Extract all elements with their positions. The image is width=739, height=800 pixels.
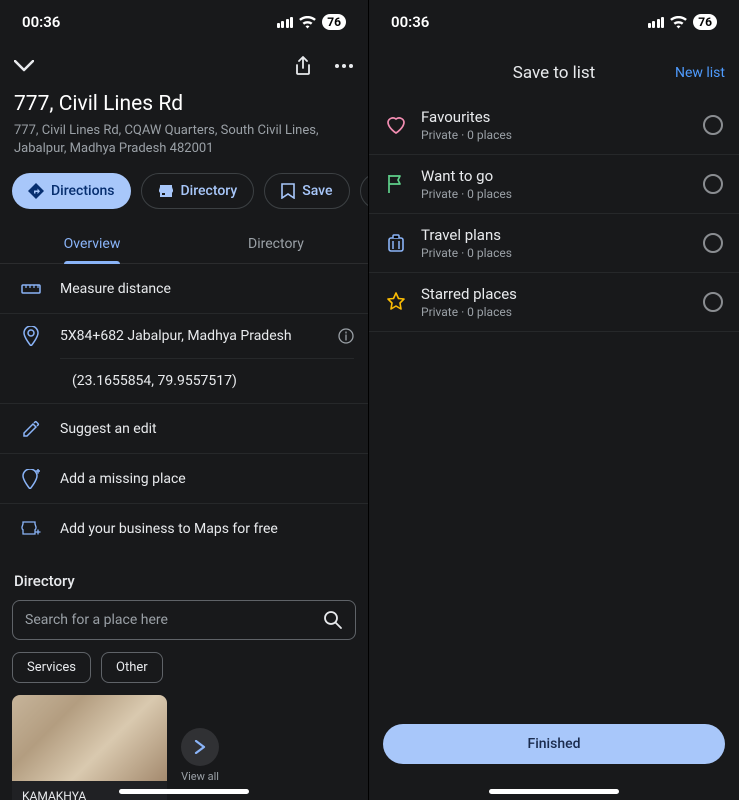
clock: 00:36 [391,13,429,31]
cellular-icon [277,17,294,28]
place-title-block: 777, Civil Lines Rd 777, Civil Lines Rd,… [0,88,368,167]
tab-directory[interactable]: Directory [184,223,368,263]
card-image [12,695,167,781]
coords-text: (23.1655854, 79.9557517) [60,358,354,403]
info-icon[interactable] [338,328,354,344]
clock: 00:36 [22,13,60,31]
share-icon[interactable] [294,56,312,76]
flag-icon [385,174,407,194]
row-add-business[interactable]: Add your business to Maps for free [0,504,368,554]
measure-label: Measure distance [48,267,354,311]
filter-chips: Services Other [0,640,368,695]
list-row-want-to-go[interactable]: Want to go Private · 0 places [369,155,739,214]
list-sub: Private · 0 places [421,187,689,201]
place-address: 777, Civil Lines Rd, CQAW Quarters, Sout… [14,122,354,157]
star-icon [385,292,407,312]
list-name: Starred places [421,285,689,303]
radio[interactable] [703,233,723,253]
search-input[interactable] [25,612,323,628]
radio[interactable] [703,174,723,194]
business-label: Add your business to Maps for free [48,507,354,551]
list-row-starred[interactable]: Starred places Private · 0 places [369,273,739,332]
row-measure-distance[interactable]: Measure distance [0,264,368,314]
list-sub: Private · 0 places [421,246,689,260]
save-label: Save [302,183,332,199]
directory-title: Directory [0,554,368,600]
battery-level: 76 [693,14,717,30]
status-right: 76 [648,14,717,30]
search-icon [323,610,343,630]
wifi-icon [670,16,687,29]
new-list-button[interactable]: New list [675,65,725,81]
directions-label: Directions [51,183,115,199]
save-title: Save to list [513,63,596,83]
save-button[interactable]: Save [264,173,349,209]
home-indicator [489,789,619,794]
view-all[interactable]: View all [181,728,219,783]
action-chips: Directions Directory Save [0,167,368,223]
save-header: Save to list New list [369,50,739,96]
directory-button[interactable]: Directory [141,173,255,209]
directory-cards: KAMAKHYA View all [0,695,368,800]
status-bar: 00:36 76 [369,0,739,44]
list-sub: Private · 0 places [421,305,689,319]
directory-label: Directory [181,183,238,199]
arrow-right-icon [181,728,219,766]
bookmark-icon [281,183,295,199]
pluscode-text: 5X84+682 Jabalpur, Madhya Pradesh [48,314,338,358]
ruler-icon [14,282,48,296]
directions-icon [28,183,44,199]
label-button[interactable] [360,173,368,209]
view-all-label: View all [181,770,219,783]
directions-button[interactable]: Directions [12,173,131,209]
collapse-icon[interactable] [14,60,34,72]
status-bar: 00:36 76 [0,0,368,44]
list-row-travel-plans[interactable]: Travel plans Private · 0 places [369,214,739,273]
status-right: 76 [277,14,346,30]
list-name: Travel plans [421,226,689,244]
battery-level: 76 [322,14,346,30]
store-icon [158,183,174,199]
home-indicator [119,789,249,794]
directory-card[interactable]: KAMAKHYA [12,695,167,800]
tab-overview[interactable]: Overview [0,223,184,263]
wifi-icon [299,16,316,29]
list-name: Favourites [421,108,689,126]
radio[interactable] [703,292,723,312]
tabs: Overview Directory [0,223,368,264]
row-pluscode[interactable]: 5X84+682 Jabalpur, Madhya Pradesh (23.16… [0,314,368,403]
directory-search[interactable] [12,600,356,640]
filter-other[interactable]: Other [101,652,163,683]
suitcase-icon [385,233,407,253]
header-bar [0,44,368,88]
place-detail-pane: 00:36 76 777, Civil Lines Rd 777, Civil … [0,0,369,800]
finished-button[interactable]: Finished [383,724,725,764]
row-suggest-edit[interactable]: Suggest an edit [0,404,368,454]
add-pin-icon [14,469,48,489]
filter-services[interactable]: Services [12,652,91,683]
list-row-favourites[interactable]: Favourites Private · 0 places [369,96,739,155]
row-add-missing[interactable]: Add a missing place [0,454,368,504]
radio[interactable] [703,115,723,135]
suggest-label: Suggest an edit [48,407,354,451]
add-store-icon [14,520,48,538]
list-sub: Private · 0 places [421,128,689,142]
save-to-list-pane: 00:36 76 Save to list New list Favourite… [369,0,739,800]
heart-icon [385,116,407,134]
pin-icon [14,326,48,346]
more-icon[interactable] [334,63,354,69]
finished-label: Finished [527,736,580,752]
place-title: 777, Civil Lines Rd [14,92,354,116]
pencil-icon [14,420,48,438]
list-name: Want to go [421,167,689,185]
missing-label: Add a missing place [48,457,354,501]
cellular-icon [648,17,665,28]
